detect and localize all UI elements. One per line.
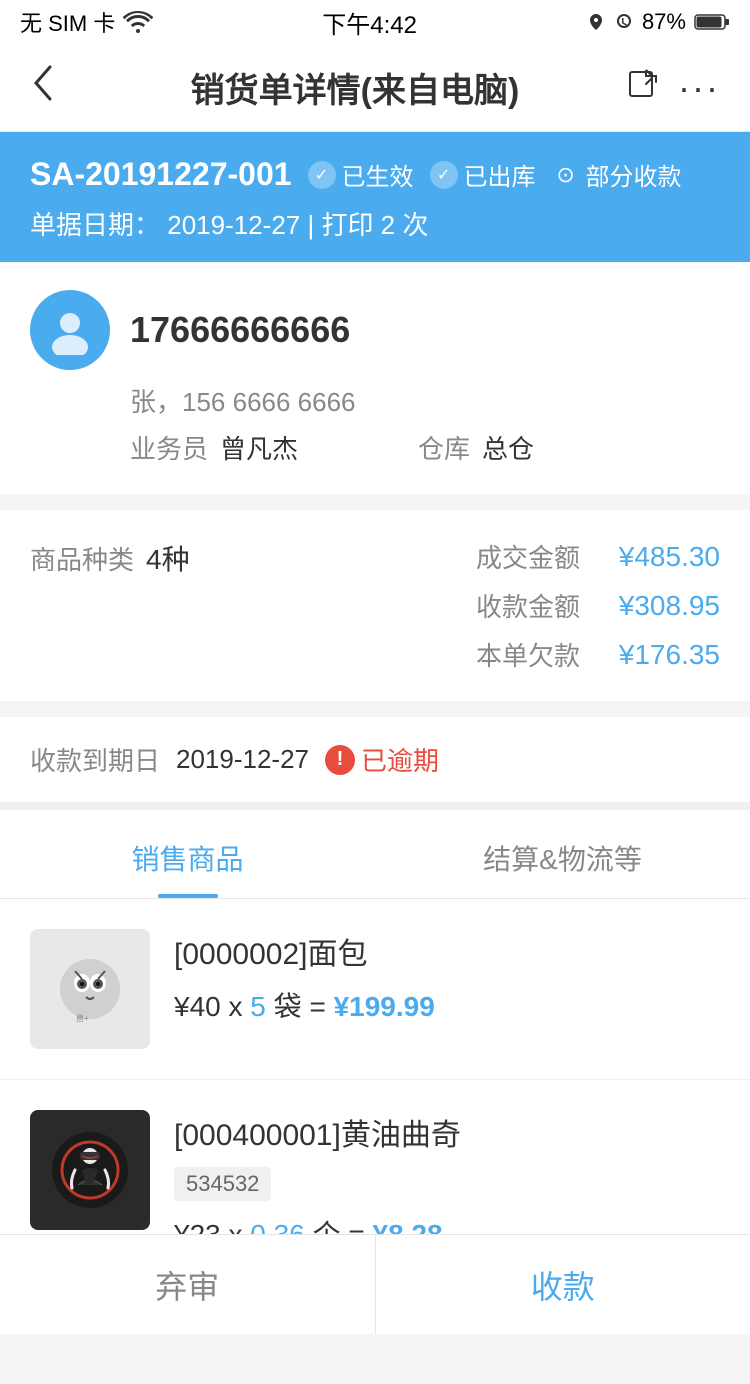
status-shipped: ✓ 已出库 bbox=[430, 157, 536, 192]
received-value: ¥308.95 bbox=[600, 590, 720, 622]
location-icon bbox=[586, 12, 606, 32]
status-right: 87% bbox=[586, 9, 730, 35]
status-bar: 无 SIM 卡 下午4:42 87% bbox=[0, 0, 750, 44]
product-list: 兽+ [0000002]面包 ¥40 x 5 袋 = ¥199.99 bbox=[0, 899, 750, 1284]
due-value: ¥176.35 bbox=[600, 639, 720, 671]
warehouse-label: 仓库 bbox=[418, 429, 470, 466]
battery-icon bbox=[694, 12, 730, 32]
nav-bar: 销货单详情(来自电脑) ··· bbox=[0, 44, 750, 132]
check-icon-2: ✓ bbox=[430, 161, 458, 189]
product-name-1: [0000002]面包 bbox=[174, 929, 720, 973]
alarm-icon bbox=[614, 12, 634, 32]
order-header: SA-20191227-001 ✓ 已生效 ✓ 已出库 ⊙ 部分收款 单据日期：… bbox=[0, 132, 750, 262]
order-date: 单据日期： 2019-12-27 | 打印 2 次 bbox=[30, 205, 720, 242]
due-date-value: 2019-12-27 bbox=[176, 744, 309, 775]
back-button[interactable] bbox=[30, 63, 90, 112]
product-item: 兽+ [0000002]面包 ¥40 x 5 袋 = ¥199.99 bbox=[0, 899, 750, 1080]
amount-label: 成交金额 bbox=[476, 538, 580, 575]
sales-name: 曾凡杰 bbox=[220, 429, 298, 466]
tabs: 销售商品 结算&物流等 bbox=[0, 810, 750, 899]
order-id: SA-20191227-001 bbox=[30, 156, 292, 193]
more-icon[interactable]: ··· bbox=[678, 67, 720, 109]
product-price-1: ¥40 x 5 袋 = ¥199.99 bbox=[174, 985, 720, 1025]
sales-label: 业务员 bbox=[130, 429, 208, 466]
due-label: 本单欠款 bbox=[476, 636, 580, 673]
received-label: 收款金额 bbox=[476, 587, 580, 624]
battery-level: 87% bbox=[642, 9, 686, 35]
time-display: 下午4:42 bbox=[322, 5, 417, 40]
customer-avatar bbox=[30, 290, 110, 370]
status-badges: ✓ 已生效 ✓ 已出库 ⊙ 部分收款 bbox=[308, 157, 682, 192]
clock-icon: ⊙ bbox=[552, 161, 580, 189]
abandon-review-button[interactable]: 弃审 bbox=[0, 1235, 376, 1334]
svg-text:兽+: 兽+ bbox=[76, 1013, 89, 1023]
overdue-text: 已逾期 bbox=[361, 741, 439, 778]
overdue-icon: ! bbox=[325, 745, 355, 775]
export-icon[interactable] bbox=[626, 68, 658, 108]
warehouse-name: 总仓 bbox=[482, 429, 534, 466]
status-left: 无 SIM 卡 bbox=[20, 6, 153, 38]
sim-status: 无 SIM 卡 bbox=[20, 6, 115, 38]
product-name-2: [000400001]黄油曲奇 bbox=[174, 1110, 720, 1154]
due-date-label: 收款到期日 bbox=[30, 741, 160, 778]
summary-section: 商品种类 4种 成交金额 ¥485.30 收款金额 ¥308.95 本单欠款 ¥… bbox=[0, 510, 750, 701]
overdue-badge: ! 已逾期 bbox=[325, 741, 439, 778]
page-title: 销货单详情(来自电脑) bbox=[90, 63, 620, 112]
type-label: 商品种类 bbox=[30, 540, 134, 577]
nav-actions: ··· bbox=[620, 67, 720, 109]
product-info-1: [0000002]面包 ¥40 x 5 袋 = ¥199.99 bbox=[174, 929, 720, 1025]
amount-value: ¥485.30 bbox=[600, 541, 720, 573]
customer-meta: 业务员 曾凡杰 仓库 总仓 bbox=[30, 429, 720, 466]
check-icon-1: ✓ bbox=[308, 161, 336, 189]
status-partial: ⊙ 部分收款 bbox=[552, 157, 682, 192]
tab-settlement[interactable]: 结算&物流等 bbox=[375, 810, 750, 898]
product-info-2: [000400001]黄油曲奇 534532 ¥23 x 0.36 个 = ¥8… bbox=[174, 1110, 720, 1253]
product-thumb-1: 兽+ bbox=[30, 929, 150, 1049]
customer-section: 17666666666 张，156 6666 6666 业务员 曾凡杰 仓库 总… bbox=[0, 262, 750, 494]
wifi-icon bbox=[123, 11, 153, 33]
due-section: 收款到期日 2019-12-27 ! 已逾期 bbox=[0, 717, 750, 810]
type-value: 4种 bbox=[146, 538, 190, 578]
tab-sales-goods[interactable]: 销售商品 bbox=[0, 810, 375, 898]
customer-detail: 张，156 6666 6666 bbox=[30, 382, 720, 419]
product-thumb-2 bbox=[30, 1110, 150, 1230]
status-effective: ✓ 已生效 bbox=[308, 157, 414, 192]
bottom-bar: 弃审 收款 bbox=[0, 1234, 750, 1334]
customer-name: 17666666666 bbox=[130, 309, 350, 351]
collect-payment-button[interactable]: 收款 bbox=[376, 1235, 750, 1334]
product-sku-2: 534532 bbox=[174, 1167, 271, 1201]
